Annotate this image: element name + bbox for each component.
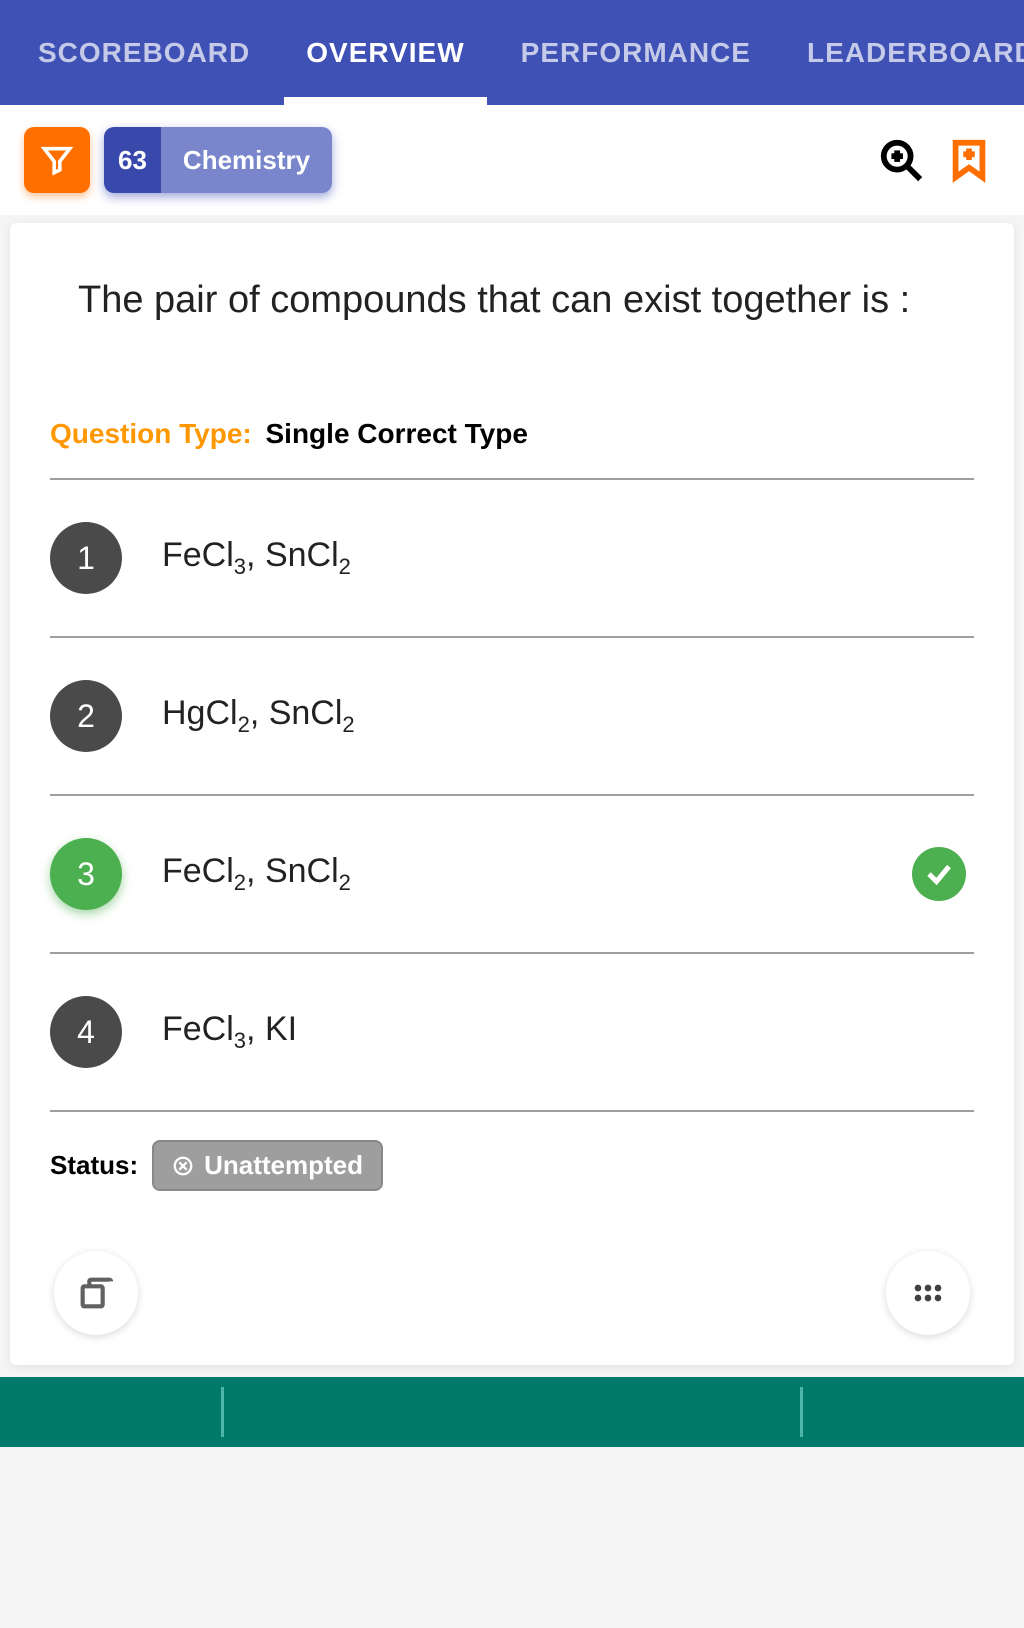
bookmark-button[interactable] [942, 133, 996, 187]
tab-leaderboard[interactable]: LEADERBOARD [779, 0, 1024, 105]
circle-x-icon [172, 1155, 194, 1177]
copy-button[interactable] [54, 1251, 138, 1335]
tab-overview[interactable]: OVERVIEW [278, 0, 492, 105]
subject-label: Chemistry [161, 127, 332, 193]
footer-segment[interactable] [803, 1377, 1024, 1447]
status-value: Unattempted [204, 1150, 363, 1181]
tab-scoreboard[interactable]: SCOREBOARD [10, 0, 278, 105]
option-text: FeCl2, SnCl2 [162, 852, 351, 896]
status-label: Status: [50, 1150, 138, 1181]
toolbar: 63 Chemistry [0, 105, 1024, 215]
option-number: 3 [50, 838, 122, 910]
question-type-row: Question Type: Single Correct Type [50, 418, 974, 450]
option-number: 4 [50, 996, 122, 1068]
option-row[interactable]: 1 FeCl3, SnCl2 [50, 478, 974, 636]
footer-segment[interactable] [0, 1377, 221, 1447]
question-number: 63 [104, 127, 161, 193]
question-chip[interactable]: 63 Chemistry [104, 127, 332, 193]
option-row[interactable]: 2 HgCl2, SnCl2 [50, 636, 974, 794]
option-row[interactable]: 3 FeCl2, SnCl2 [50, 794, 974, 952]
correct-check-icon [912, 847, 966, 901]
filter-button[interactable] [24, 127, 90, 193]
question-type-label: Question Type: [50, 418, 252, 449]
status-row: Status: Unattempted [50, 1140, 974, 1191]
options-list: 1 FeCl3, SnCl2 2 HgCl2, SnCl2 3 FeCl2, SnCl2 4… [50, 478, 974, 1112]
option-text: FeCl3, KI [162, 1010, 297, 1054]
top-tabs: SCOREBOARDOVERVIEWPERFORMANCELEADERBOARD [0, 0, 1024, 105]
footer-segment[interactable] [224, 1377, 799, 1447]
status-badge: Unattempted [152, 1140, 383, 1191]
zoom-in-icon [878, 137, 924, 183]
zoom-in-button[interactable] [874, 133, 928, 187]
option-number: 1 [50, 522, 122, 594]
option-number: 2 [50, 680, 122, 752]
option-text: HgCl2, SnCl2 [162, 694, 355, 738]
copy-icon [76, 1273, 116, 1313]
question-type-value: Single Correct Type [266, 418, 528, 449]
question-text: The pair of compounds that can exist tog… [50, 273, 974, 328]
tab-performance[interactable]: PERFORMANCE [493, 0, 779, 105]
question-card: The pair of compounds that can exist tog… [10, 223, 1014, 1365]
footer-bar [0, 1377, 1024, 1447]
funnel-icon [40, 143, 74, 177]
option-text: FeCl3, SnCl2 [162, 536, 351, 580]
grid-button[interactable] [886, 1251, 970, 1335]
card-bottom-actions [50, 1251, 974, 1335]
grid-icon [908, 1273, 948, 1313]
option-row[interactable]: 4 FeCl3, KI [50, 952, 974, 1112]
bookmark-add-icon [946, 137, 992, 183]
